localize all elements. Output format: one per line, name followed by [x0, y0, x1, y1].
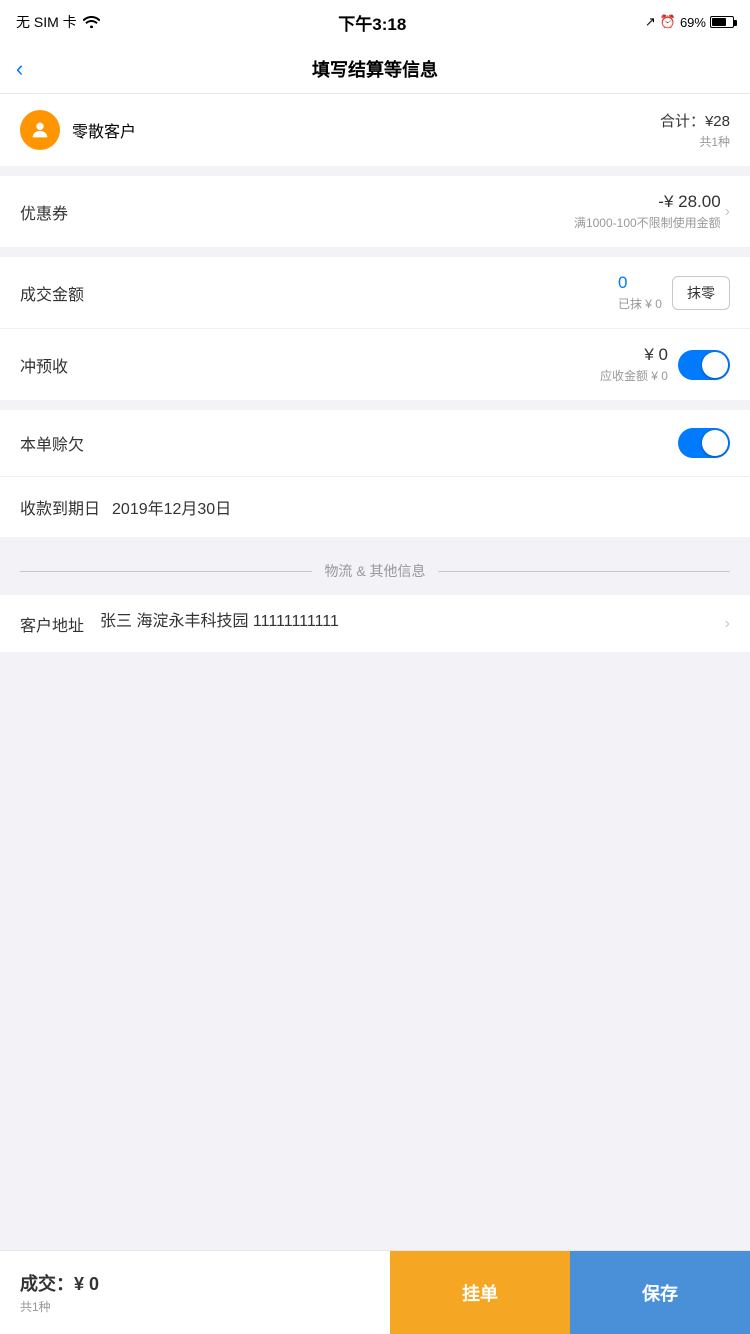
- coupon-label: 优惠券: [20, 200, 68, 224]
- chong-values: ¥ 0 应收金额 ¥ 0: [600, 345, 668, 384]
- chong-main-value: ¥ 0: [600, 345, 668, 365]
- bottom-deal-value: ¥ 0: [74, 1274, 99, 1294]
- bottom-deal-text: 成交：¥ 0: [20, 1270, 370, 1296]
- address-row[interactable]: 客户地址 张三 海淀永丰科技园 11111111111 ›: [0, 595, 750, 652]
- debt-row: 本单赊欠: [0, 410, 750, 476]
- customer-row: 零散客户 合计：¥28 共1种: [0, 94, 750, 166]
- total-count: 共1种: [660, 133, 730, 150]
- avatar: [20, 110, 60, 150]
- address-left: 客户地址 张三 海淀永丰科技园 11111111111: [20, 611, 339, 636]
- bottom-actions: 挂单 保存: [390, 1251, 750, 1334]
- empty-space: [0, 662, 750, 862]
- logistics-line-left: [20, 571, 312, 572]
- battery-icon: [710, 16, 734, 28]
- bottom-deal-label: 成交：: [20, 1274, 74, 1294]
- total-amount: 合计：¥28: [660, 110, 730, 131]
- customer-left: 零散客户: [20, 110, 136, 150]
- customer-right: 合计：¥28 共1种: [660, 110, 730, 150]
- carrier-text: 无 SIM 卡: [16, 12, 77, 32]
- coupon-description: 满1000-100不限制使用金额: [574, 214, 721, 231]
- bottom-bar: 成交：¥ 0 共1种 挂单 保存: [0, 1250, 750, 1334]
- debt-section: 本单赊欠 收款到期日 2019年12月30日: [0, 410, 750, 537]
- wifi-icon: [83, 16, 100, 28]
- debt-toggle[interactable]: [678, 428, 730, 458]
- date-label: 收款到期日: [20, 495, 100, 519]
- alarm-icon: ⏰: [660, 14, 676, 30]
- address-chevron-icon: ›: [725, 615, 730, 633]
- transaction-value: 0: [618, 273, 662, 293]
- chong-right: ¥ 0 应收金额 ¥ 0: [600, 345, 730, 384]
- back-button[interactable]: ‹: [16, 56, 23, 82]
- coupon-right: -¥ 28.00 满1000-100不限制使用金额 ›: [574, 192, 730, 231]
- transaction-section: 成交金额 0 已抹 ¥ 0 抹零 冲预收 ¥ 0 应收金额 ¥ 0: [0, 257, 750, 400]
- logistics-label: 物流 & 其他信息: [324, 561, 425, 581]
- page-title: 填写结算等信息: [312, 56, 438, 82]
- pending-button[interactable]: 挂单: [390, 1251, 570, 1334]
- save-button[interactable]: 保存: [570, 1251, 750, 1334]
- coupon-row[interactable]: 优惠券 -¥ 28.00 满1000-100不限制使用金额 ›: [0, 176, 750, 247]
- transaction-label: 成交金额: [20, 281, 84, 305]
- location-icon: ↗: [645, 14, 656, 30]
- status-time: 下午3:18: [338, 10, 406, 35]
- chong-sub-value: 应收金额 ¥ 0: [600, 367, 668, 384]
- battery-text: 69%: [680, 15, 706, 30]
- status-left: 无 SIM 卡: [16, 12, 100, 32]
- address-value: 张三 海淀永丰科技园 11111111111: [100, 611, 339, 633]
- coupon-discount: -¥ 28.00: [574, 192, 721, 212]
- logistics-line-right: [438, 571, 730, 572]
- chong-row: 冲预收 ¥ 0 应收金额 ¥ 0: [0, 329, 750, 400]
- main-content: 零散客户 合计：¥28 共1种 优惠券 -¥ 28.00 满1000-100不限…: [0, 94, 750, 952]
- debt-label: 本单赊欠: [20, 431, 84, 455]
- date-value: 2019年12月30日: [112, 495, 231, 519]
- bottom-count: 共1种: [20, 1298, 370, 1315]
- chong-toggle[interactable]: [678, 350, 730, 380]
- address-label: 客户地址: [20, 612, 84, 636]
- round-zero-button[interactable]: 抹零: [672, 276, 730, 310]
- transaction-right: 0 已抹 ¥ 0 抹零: [618, 273, 730, 312]
- status-bar: 无 SIM 卡 下午3:18 ↗ ⏰ 69%: [0, 0, 750, 44]
- chong-label: 冲预收: [20, 353, 68, 377]
- bottom-summary: 成交：¥ 0 共1种: [0, 1270, 390, 1315]
- customer-name: 零散客户: [72, 118, 136, 142]
- status-right: ↗ ⏰ 69%: [645, 14, 734, 30]
- transaction-row: 成交金额 0 已抹 ¥ 0 抹零: [0, 257, 750, 329]
- chevron-right-icon: ›: [725, 203, 730, 221]
- nav-bar: ‹ 填写结算等信息: [0, 44, 750, 94]
- transaction-sub: 已抹 ¥ 0: [618, 295, 662, 312]
- date-row: 收款到期日 2019年12月30日: [0, 476, 750, 537]
- logistics-header: 物流 & 其他信息: [0, 547, 750, 595]
